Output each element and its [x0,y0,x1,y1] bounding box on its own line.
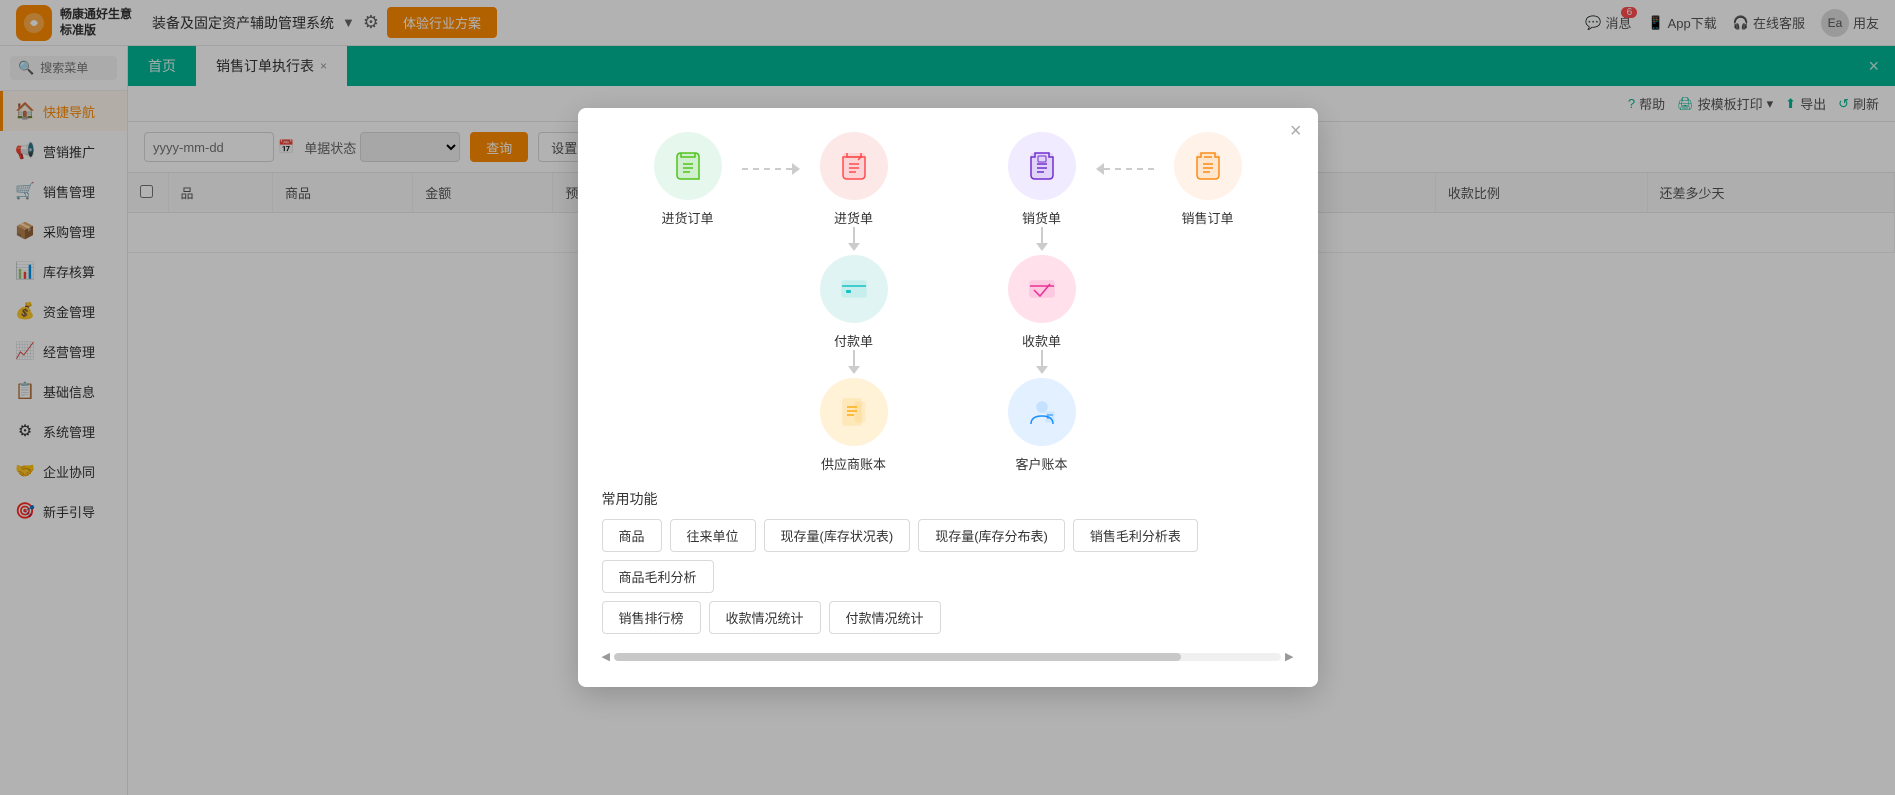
sales-order-label: 销售订单 [1181,208,1233,227]
supplier-ledger-label: 供应商账本 [821,454,886,473]
scroll-right-arrow[interactable]: ▶ [1285,650,1293,663]
modal-close-button[interactable]: × [1290,120,1302,143]
sales-order-node: 销售订单 [1174,132,1242,227]
purchase-bill-node: 进货单 [820,132,888,227]
func-btn-payment-stats[interactable]: 付款情况统计 [829,601,941,634]
func-btn-stock-dist[interactable]: 现存量(库存分布表) [918,519,1065,552]
arrow-down-pb [800,227,908,251]
purchase-order-node: 进货订单 [654,132,722,227]
common-functions-section: 常用功能 商品 往来单位 现存量(库存状况表) 现存量(库存分布表) 销售毛利分… [602,481,1294,642]
arrow-so-to-sb [1096,163,1154,175]
scroll-left-arrow[interactable]: ◀ [602,650,610,663]
func-buttons-row2: 销售排行榜 收款情况统计 付款情况统计 [602,601,1294,634]
receipt-node: 收款单 [1008,255,1076,350]
modal-box: × 进货订单 [578,108,1318,687]
payment-label: 付款单 [834,331,873,350]
flow-arrows-down [692,227,1204,251]
flow-top-row: 进货订单 [634,132,1262,227]
func-btn-product-margin[interactable]: 商品毛利分析 [602,560,714,593]
payment-circle[interactable] [820,255,888,323]
purchase-order-circle[interactable] [654,132,722,200]
sales-bill-label: 销货单 [1022,208,1061,227]
func-btn-stock-status[interactable]: 现存量(库存状况表) [764,519,911,552]
func-btn-partner[interactable]: 往来单位 [670,519,756,552]
sales-order-circle[interactable] [1174,132,1242,200]
flow-diagram: 进货订单 [602,132,1294,481]
modal-overlay[interactable]: × 进货订单 [0,0,1895,795]
receipt-label: 收款单 [1022,331,1061,350]
arrow-down-payment [800,350,908,374]
func-btn-receipt-stats[interactable]: 收款情况统计 [709,601,821,634]
purchase-bill-circle[interactable] [820,132,888,200]
flow-bottom-row: 供应商账本 客户账本 [692,378,1204,473]
purchase-order-label: 进货订单 [661,208,713,227]
func-buttons-row1: 商品 往来单位 现存量(库存状况表) 现存量(库存分布表) 销售毛利分析表 商品… [602,519,1294,593]
arrow-down-sb [988,227,1096,251]
arrow-down-receipt [988,350,1096,374]
func-btn-sales-ranking[interactable]: 销售排行榜 [602,601,701,634]
sales-bill-circle[interactable] [1008,132,1076,200]
func-btn-sales-margin[interactable]: 销售毛利分析表 [1073,519,1198,552]
sales-bill-node: 销货单 [1008,132,1076,227]
supplier-ledger-circle[interactable] [820,378,888,446]
customer-ledger-node: 客户账本 [1008,378,1076,473]
flow-arrows-down2 [692,350,1204,374]
supplier-ledger-node: 供应商账本 [820,378,888,473]
customer-ledger-circle[interactable] [1008,378,1076,446]
flow-middle-row: 付款单 收款单 [692,255,1204,350]
receipt-circle[interactable] [1008,255,1076,323]
common-functions-title: 常用功能 [602,489,1294,509]
customer-ledger-label: 客户账本 [1015,454,1067,473]
arrow-po-to-pb [742,163,800,175]
modal-scrollbar: ◀ ▶ [602,650,1294,663]
func-btn-product[interactable]: 商品 [602,519,662,552]
payment-node: 付款单 [820,255,888,350]
scroll-thumb [614,653,1181,661]
scroll-track [614,653,1281,661]
purchase-bill-label: 进货单 [834,208,873,227]
